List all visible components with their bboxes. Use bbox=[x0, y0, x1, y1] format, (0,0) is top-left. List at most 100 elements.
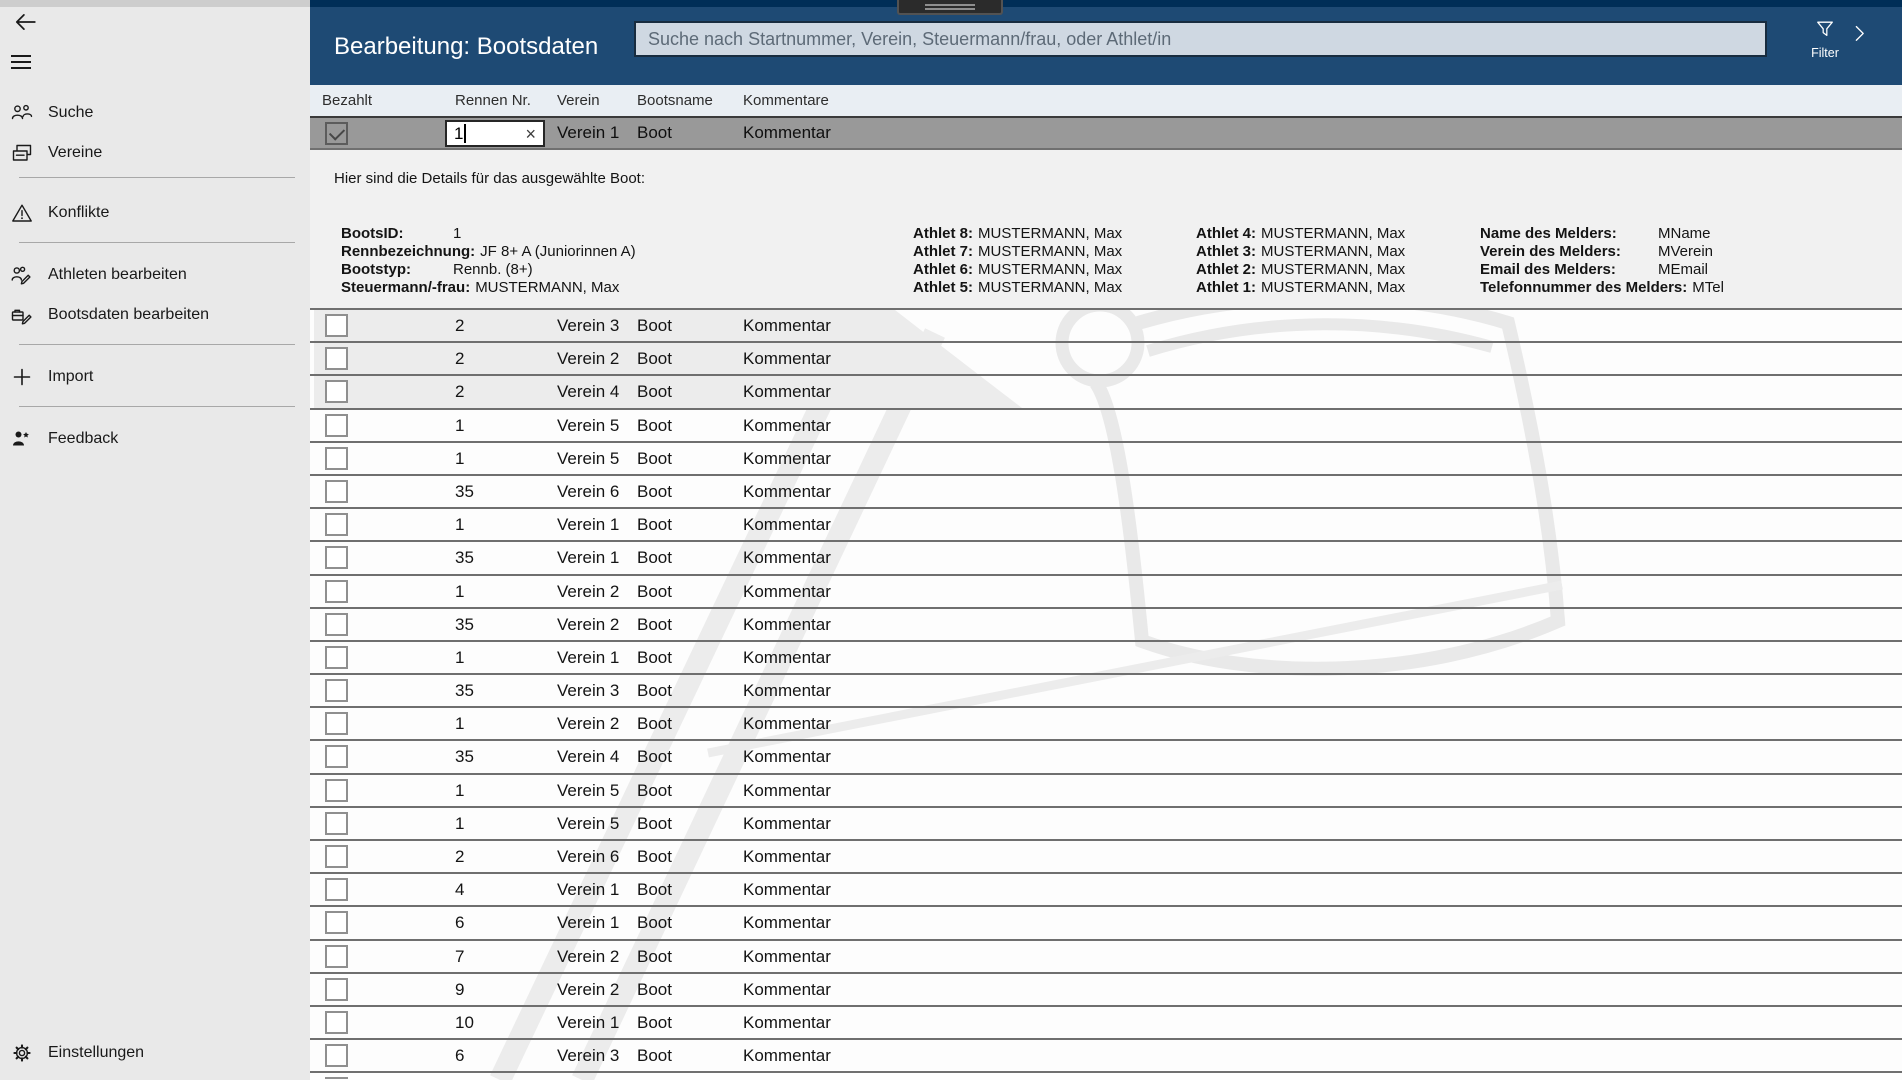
bezahlt-checkbox[interactable] bbox=[325, 712, 348, 736]
back-button[interactable] bbox=[12, 10, 38, 34]
sidebar-divider bbox=[19, 406, 295, 407]
table-rows: 2 Verein 3 Boot Kommentar 2 Verein 2 Boot Komme… bbox=[310, 310, 1902, 1080]
bezahlt-checkbox[interactable] bbox=[325, 314, 348, 337]
boot-cell: Boot bbox=[637, 946, 672, 966]
column-header-verein[interactable]: Verein bbox=[557, 85, 600, 116]
detail-line: Athlet 2: MUSTERMANN, Max bbox=[1196, 261, 1405, 279]
sidebar-item-bootsdaten-bearbeiten[interactable]: Bootsdaten bearbeiten bbox=[0, 295, 310, 335]
table-row[interactable]: 35 Verein 6 Boot Kommentar bbox=[310, 476, 1902, 510]
window-drag-handle[interactable] bbox=[897, 0, 1003, 15]
clear-input-icon[interactable]: × bbox=[525, 125, 536, 143]
table-row[interactable]: 35 Verein 2 Boot Kommentar bbox=[310, 609, 1902, 642]
boot-cell: Boot bbox=[637, 415, 672, 435]
sidebar-item-athleten-bearbeiten[interactable]: Athleten bearbeiten bbox=[0, 255, 310, 295]
bezahlt-checkbox[interactable] bbox=[325, 413, 348, 437]
sidebar-item-vereine[interactable]: Vereine bbox=[0, 133, 310, 173]
table-row[interactable]: 7 Verein 2 Boot Kommentar bbox=[310, 941, 1902, 974]
column-header-kommentare[interactable]: Kommentare bbox=[743, 85, 829, 116]
filter-button[interactable]: Filter bbox=[1793, 19, 1857, 60]
detail-line: Athlet 8: MUSTERMANN, Max bbox=[913, 225, 1122, 243]
selected-table-row[interactable]: 1 × Verein 1 Boot Kommentar bbox=[310, 118, 1902, 150]
chevron-right-icon[interactable] bbox=[1850, 23, 1870, 45]
bezahlt-checkbox[interactable] bbox=[325, 347, 348, 371]
nr-cell: 1 bbox=[455, 448, 465, 468]
bezahlt-checkbox[interactable] bbox=[325, 380, 348, 404]
bezahlt-checkbox[interactable] bbox=[325, 811, 348, 835]
bezahlt-checkbox[interactable] bbox=[325, 1044, 348, 1068]
table-row[interactable]: 1 Verein 5 Boot Kommentar bbox=[310, 808, 1902, 841]
bezahlt-checkbox-checked[interactable] bbox=[325, 122, 348, 145]
table-row[interactable]: 6 Verein 1 Boot Kommentar bbox=[310, 907, 1902, 941]
bezahlt-checkbox[interactable] bbox=[325, 845, 348, 868]
detail-label: Athlet 6: bbox=[913, 261, 973, 278]
verein-cell: Verein 1 bbox=[557, 880, 620, 900]
bezahlt-checkbox[interactable] bbox=[325, 546, 348, 570]
bezahlt-checkbox[interactable] bbox=[325, 878, 348, 902]
table-row-partial[interactable] bbox=[310, 1073, 1902, 1080]
sidebar-item-feedback[interactable]: Feedback bbox=[0, 419, 310, 459]
bezahlt-checkbox[interactable] bbox=[325, 911, 348, 935]
details-intro-text: Hier sind die Details für das ausgewählt… bbox=[334, 170, 646, 187]
column-header-bootsname[interactable]: Bootsname bbox=[637, 85, 713, 116]
table-row[interactable]: 10 Verein 1 Boot Kommentar bbox=[310, 1007, 1902, 1041]
table-row[interactable]: 2 Verein 3 Boot Kommentar bbox=[310, 310, 1902, 344]
hamburger-menu-icon[interactable] bbox=[11, 55, 33, 71]
bezahlt-checkbox[interactable] bbox=[325, 645, 348, 669]
table-row[interactable]: 1 Verein 5 Boot Kommentar bbox=[310, 775, 1902, 808]
sidebar-divider bbox=[19, 344, 295, 345]
sidebar-item-import[interactable]: Import bbox=[0, 357, 310, 397]
bezahlt-checkbox[interactable] bbox=[325, 977, 348, 1001]
table-row[interactable]: 1 Verein 5 Boot Kommentar bbox=[310, 410, 1902, 443]
sidebar-item-konflikte[interactable]: Konflikte bbox=[0, 193, 310, 233]
table-row[interactable]: 1 Verein 1 Boot Kommentar bbox=[310, 642, 1902, 676]
table-row[interactable]: 4 Verein 1 Boot Kommentar bbox=[310, 874, 1902, 908]
detail-value: MUSTERMANN, Max bbox=[978, 261, 1123, 278]
bezahlt-checkbox[interactable] bbox=[325, 513, 348, 537]
komm-cell: Kommentar bbox=[743, 349, 831, 369]
bezahlt-checkbox[interactable] bbox=[325, 579, 348, 603]
table-row[interactable]: 1 Verein 5 Boot Kommentar bbox=[310, 443, 1902, 476]
detail-label: BootsID: bbox=[341, 225, 404, 242]
bezahlt-checkbox[interactable] bbox=[325, 1077, 348, 1080]
search-input[interactable] bbox=[634, 21, 1767, 57]
table-row[interactable]: 1 Verein 2 Boot Kommentar bbox=[310, 708, 1902, 742]
detail-line: Telefonnummer des Melders: MTel bbox=[1480, 279, 1724, 297]
table-row[interactable]: 2 Verein 2 Boot Kommentar bbox=[310, 343, 1902, 377]
gear-icon bbox=[11, 1042, 33, 1064]
bezahlt-checkbox[interactable] bbox=[325, 679, 348, 703]
bezahlt-checkbox[interactable] bbox=[325, 446, 348, 470]
table-row[interactable]: 9 Verein 2 Boot Kommentar bbox=[310, 974, 1902, 1007]
bezahlt-checkbox[interactable] bbox=[325, 778, 348, 802]
table-row[interactable]: 1 Verein 1 Boot Kommentar bbox=[310, 509, 1902, 543]
bezahlt-checkbox[interactable] bbox=[325, 745, 348, 769]
table-row[interactable]: 35 Verein 1 Boot Kommentar bbox=[310, 542, 1902, 576]
rennen-nr-input[interactable]: 1 × bbox=[445, 120, 545, 147]
boot-cell: Boot bbox=[637, 614, 672, 634]
sidebar-item-einstellungen[interactable]: Einstellungen bbox=[0, 1033, 310, 1073]
column-header-bezahlt[interactable]: Bezahlt bbox=[322, 85, 372, 116]
table-row[interactable]: 35 Verein 3 Boot Kommentar bbox=[310, 675, 1902, 709]
table-row[interactable]: 35 Verein 4 Boot Kommentar bbox=[310, 741, 1902, 775]
nr-cell: 4 bbox=[455, 880, 465, 900]
table-row[interactable]: 2 Verein 4 Boot Kommentar bbox=[310, 376, 1902, 410]
plus-icon bbox=[11, 366, 33, 388]
table-row[interactable]: 1 Verein 2 Boot Kommentar bbox=[310, 576, 1902, 609]
komm-cell: Kommentar bbox=[743, 481, 831, 501]
detail-line: Verein des Melders: MVerein bbox=[1480, 243, 1724, 261]
boot-cell: Boot bbox=[637, 316, 672, 335]
table-row[interactable]: 6 Verein 3 Boot Kommentar bbox=[310, 1040, 1902, 1074]
bezahlt-checkbox[interactable] bbox=[325, 944, 348, 968]
boot-cell: Boot bbox=[637, 714, 672, 734]
bezahlt-checkbox[interactable] bbox=[325, 612, 348, 636]
detail-label: Athlet 2: bbox=[1196, 261, 1256, 278]
detail-line: BootsID: 1 bbox=[341, 225, 636, 243]
bezahlt-checkbox[interactable] bbox=[325, 1010, 348, 1034]
sidebar-item-label: Import bbox=[48, 368, 94, 385]
table-row[interactable]: 2 Verein 6 Boot Kommentar bbox=[310, 841, 1902, 875]
nr-cell: 1 bbox=[455, 515, 465, 535]
verein-cell: Verein 1 bbox=[557, 647, 620, 667]
sidebar-item-suche[interactable]: Suche bbox=[0, 93, 310, 133]
detail-label: Bootstyp: bbox=[341, 261, 411, 278]
column-header-rennen-nr[interactable]: Rennen Nr. bbox=[455, 85, 531, 116]
bezahlt-checkbox[interactable] bbox=[325, 479, 348, 503]
